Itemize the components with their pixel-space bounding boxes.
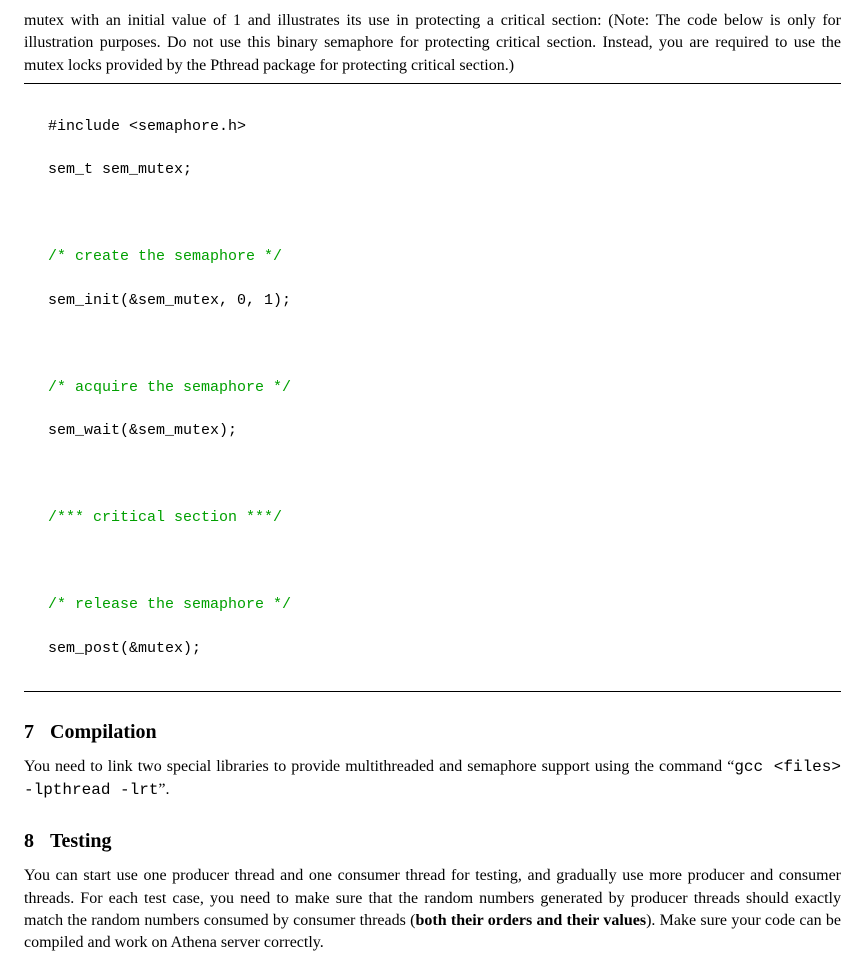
section-heading-compilation: 7 Compilation (24, 718, 841, 746)
bold-text: both their orders and their values (415, 912, 646, 929)
intro-paragraph: mutex with an initial value of 1 and ill… (24, 10, 841, 77)
code-blank (48, 203, 841, 225)
code-blank (48, 551, 841, 573)
code-blank (48, 464, 841, 486)
code-line: sem_post(&mutex); (48, 638, 841, 660)
section-number: 7 (24, 718, 34, 746)
text-fragment: You need to link two special libraries t… (24, 758, 734, 775)
compilation-paragraph: You need to link two special libraries t… (24, 756, 841, 801)
code-blank (48, 333, 841, 355)
section-heading-testing: 8 Testing (24, 827, 841, 855)
code-block: #include <semaphore.h> sem_t sem_mutex; … (24, 83, 841, 692)
section-number: 8 (24, 827, 34, 855)
code-line: sem_t sem_mutex; (48, 159, 841, 181)
text-fragment: ”. (158, 781, 169, 798)
code-comment: /* acquire the semaphore */ (48, 377, 841, 399)
section-title: Compilation (50, 721, 157, 743)
code-comment: /*** critical section ***/ (48, 507, 841, 529)
code-line: sem_wait(&sem_mutex); (48, 420, 841, 442)
testing-paragraph: You can start use one producer thread an… (24, 865, 841, 955)
code-comment: /* release the semaphore */ (48, 594, 841, 616)
code-line: #include <semaphore.h> (48, 116, 841, 138)
code-line: sem_init(&sem_mutex, 0, 1); (48, 290, 841, 312)
section-title: Testing (50, 830, 112, 852)
code-comment: /* create the semaphore */ (48, 246, 841, 268)
